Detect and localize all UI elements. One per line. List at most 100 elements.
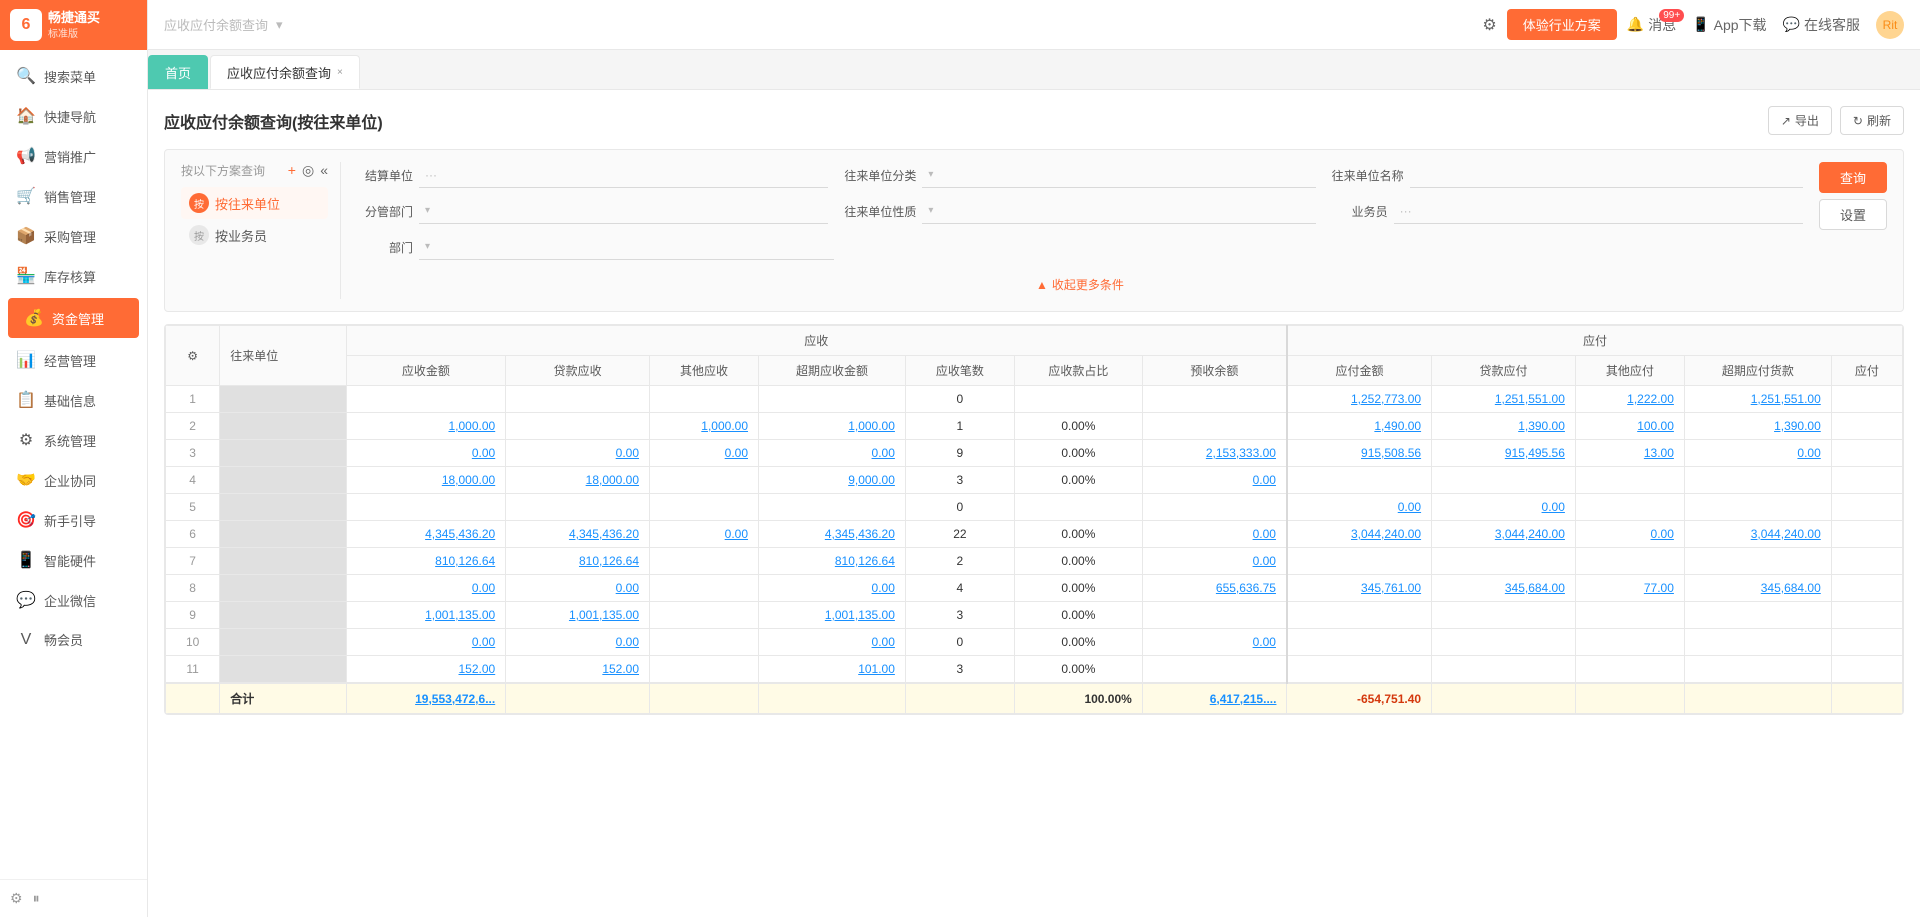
table-cell[interactable]: 77.00 xyxy=(1575,575,1684,602)
table-cell[interactable] xyxy=(1432,629,1576,656)
table-cell[interactable] xyxy=(759,386,906,413)
table-cell[interactable]: 1,000.00 xyxy=(346,413,506,440)
table-cell[interactable]: 0.00 xyxy=(759,575,906,602)
sidebar-item-finance[interactable]: 💰资金管理 xyxy=(8,298,139,338)
table-cell[interactable]: 0.00 xyxy=(1684,440,1831,467)
table-cell[interactable] xyxy=(1684,548,1831,575)
partner-nature-input[interactable]: ▾ xyxy=(922,198,1315,224)
refresh-button[interactable]: ↻ 刷新 xyxy=(1840,106,1904,135)
table-cell[interactable]: 915,508.56 xyxy=(1287,440,1432,467)
table-cell[interactable]: 1,001,135.00 xyxy=(759,602,906,629)
dept-input[interactable]: ▾ xyxy=(419,234,834,260)
table-cell[interactable] xyxy=(1142,656,1287,684)
table-cell[interactable]: 0.00 xyxy=(346,575,506,602)
table-cell[interactable]: 1,252,773.00 xyxy=(1287,386,1432,413)
table-settings-th[interactable]: ⚙ xyxy=(166,326,220,386)
table-cell[interactable] xyxy=(1684,602,1831,629)
dept-manager-input[interactable]: ▾ xyxy=(419,198,828,224)
scheme-collapse-icon[interactable]: « xyxy=(320,162,328,179)
sidebar-item-enterprise-collab[interactable]: 🤝企业协同 xyxy=(0,460,147,500)
table-cell[interactable]: 13.00 xyxy=(1575,440,1684,467)
table-cell[interactable] xyxy=(1287,656,1432,684)
table-cell[interactable]: 3,044,240.00 xyxy=(1684,521,1831,548)
table-cell[interactable] xyxy=(1575,467,1684,494)
table-cell[interactable]: 0.00 xyxy=(506,629,650,656)
table-cell[interactable]: 0.00 xyxy=(1142,629,1287,656)
table-cell[interactable] xyxy=(650,386,759,413)
sidebar-item-member[interactable]: V畅会员 xyxy=(0,620,147,659)
salesperson-input[interactable]: ··· xyxy=(1394,198,1803,224)
table-cell[interactable] xyxy=(650,602,759,629)
table-cell[interactable]: 0.00 xyxy=(1142,467,1287,494)
table-cell[interactable] xyxy=(1575,602,1684,629)
table-cell[interactable] xyxy=(506,386,650,413)
table-cell[interactable]: 345,761.00 xyxy=(1287,575,1432,602)
online-service-button[interactable]: 💬 在线客服 xyxy=(1783,15,1860,35)
table-cell[interactable]: 0.00 xyxy=(346,440,506,467)
settings-button[interactable]: 设置 xyxy=(1819,199,1887,230)
sidebar-item-system[interactable]: ⚙系统管理 xyxy=(0,420,147,460)
industry-plan-button[interactable]: 体验行业方案 xyxy=(1507,9,1617,40)
settlement-unit-input[interactable]: ··· xyxy=(419,162,828,188)
table-cell[interactable]: 0.00 xyxy=(759,629,906,656)
table-cell[interactable]: 1,000.00 xyxy=(650,413,759,440)
table-cell[interactable] xyxy=(650,494,759,521)
footer-ar-prepay[interactable]: 6,417,215.... xyxy=(1142,683,1287,714)
table-cell[interactable] xyxy=(1142,413,1287,440)
filter-option-by-staff[interactable]: 按 按业务员 xyxy=(181,219,328,251)
table-cell[interactable] xyxy=(1142,602,1287,629)
filter-collapse-button[interactable]: ▲ 收起更多条件 xyxy=(357,270,1803,299)
filter-option-by-partner[interactable]: 按 按往来单位 xyxy=(181,187,328,219)
sidebar-item-smart-hardware[interactable]: 📱智能硬件 xyxy=(0,540,147,580)
footer-ar-total[interactable]: 19,553,472,6... xyxy=(346,683,506,714)
table-cell[interactable] xyxy=(1142,494,1287,521)
table-cell[interactable] xyxy=(650,575,759,602)
table-cell[interactable] xyxy=(506,494,650,521)
sidebar-item-sales[interactable]: 🛒销售管理 xyxy=(0,176,147,216)
table-cell[interactable] xyxy=(650,548,759,575)
tab-araps[interactable]: 应收应付余额查询× xyxy=(210,55,360,89)
table-cell[interactable]: 0.00 xyxy=(506,575,650,602)
table-cell[interactable]: 0.00 xyxy=(1142,548,1287,575)
table-cell[interactable] xyxy=(1684,629,1831,656)
sidebar-item-beginner[interactable]: 🎯新手引导 xyxy=(0,500,147,540)
table-cell[interactable] xyxy=(346,386,506,413)
table-cell[interactable] xyxy=(1575,656,1684,684)
table-cell[interactable]: 0.00 xyxy=(506,440,650,467)
gear-icon[interactable]: ⚙ xyxy=(1482,15,1496,35)
table-cell[interactable]: 101.00 xyxy=(759,656,906,684)
table-cell[interactable]: 0.00 xyxy=(759,440,906,467)
tab-home[interactable]: 首页 xyxy=(148,55,208,89)
table-cell[interactable]: 1,222.00 xyxy=(1575,386,1684,413)
table-cell[interactable]: 1,251,551.00 xyxy=(1432,386,1576,413)
avatar[interactable]: Rit xyxy=(1876,11,1904,39)
table-cell[interactable]: 3,044,240.00 xyxy=(1432,521,1576,548)
sidebar-item-quick-nav[interactable]: 🏠快捷导航 xyxy=(0,96,147,136)
table-cell[interactable] xyxy=(1575,548,1684,575)
sidebar-item-basic-info[interactable]: 📋基础信息 xyxy=(0,380,147,420)
table-cell[interactable] xyxy=(650,629,759,656)
sidebar-item-marketing[interactable]: 📢营销推广 xyxy=(0,136,147,176)
table-cell[interactable]: 3,044,240.00 xyxy=(1287,521,1432,548)
table-cell[interactable] xyxy=(506,413,650,440)
table-cell[interactable]: 152.00 xyxy=(506,656,650,684)
add-scheme-icon[interactable]: + xyxy=(288,162,296,179)
table-cell[interactable]: 0.00 xyxy=(650,440,759,467)
table-cell[interactable]: 0.00 xyxy=(1432,494,1576,521)
table-cell[interactable]: 0.00 xyxy=(1287,494,1432,521)
table-cell[interactable]: 4,345,436.20 xyxy=(759,521,906,548)
sidebar-item-operations[interactable]: 📊经营管理 xyxy=(0,340,147,380)
sidebar-item-purchase[interactable]: 📦采购管理 xyxy=(0,216,147,256)
table-cell[interactable]: 100.00 xyxy=(1575,413,1684,440)
table-cell[interactable] xyxy=(759,494,906,521)
table-cell[interactable] xyxy=(1432,656,1576,684)
table-cell[interactable] xyxy=(1287,467,1432,494)
table-cell[interactable]: 4,345,436.20 xyxy=(346,521,506,548)
table-cell[interactable] xyxy=(650,467,759,494)
table-cell[interactable] xyxy=(1432,467,1576,494)
messages-button[interactable]: 🔔 消息 99+ xyxy=(1627,15,1676,35)
sidebar-collapse-icon[interactable]: ⏸ xyxy=(33,890,40,907)
table-cell[interactable]: 1,390.00 xyxy=(1432,413,1576,440)
table-cell[interactable] xyxy=(1432,548,1576,575)
sidebar-item-inventory[interactable]: 🏪库存核算 xyxy=(0,256,147,296)
